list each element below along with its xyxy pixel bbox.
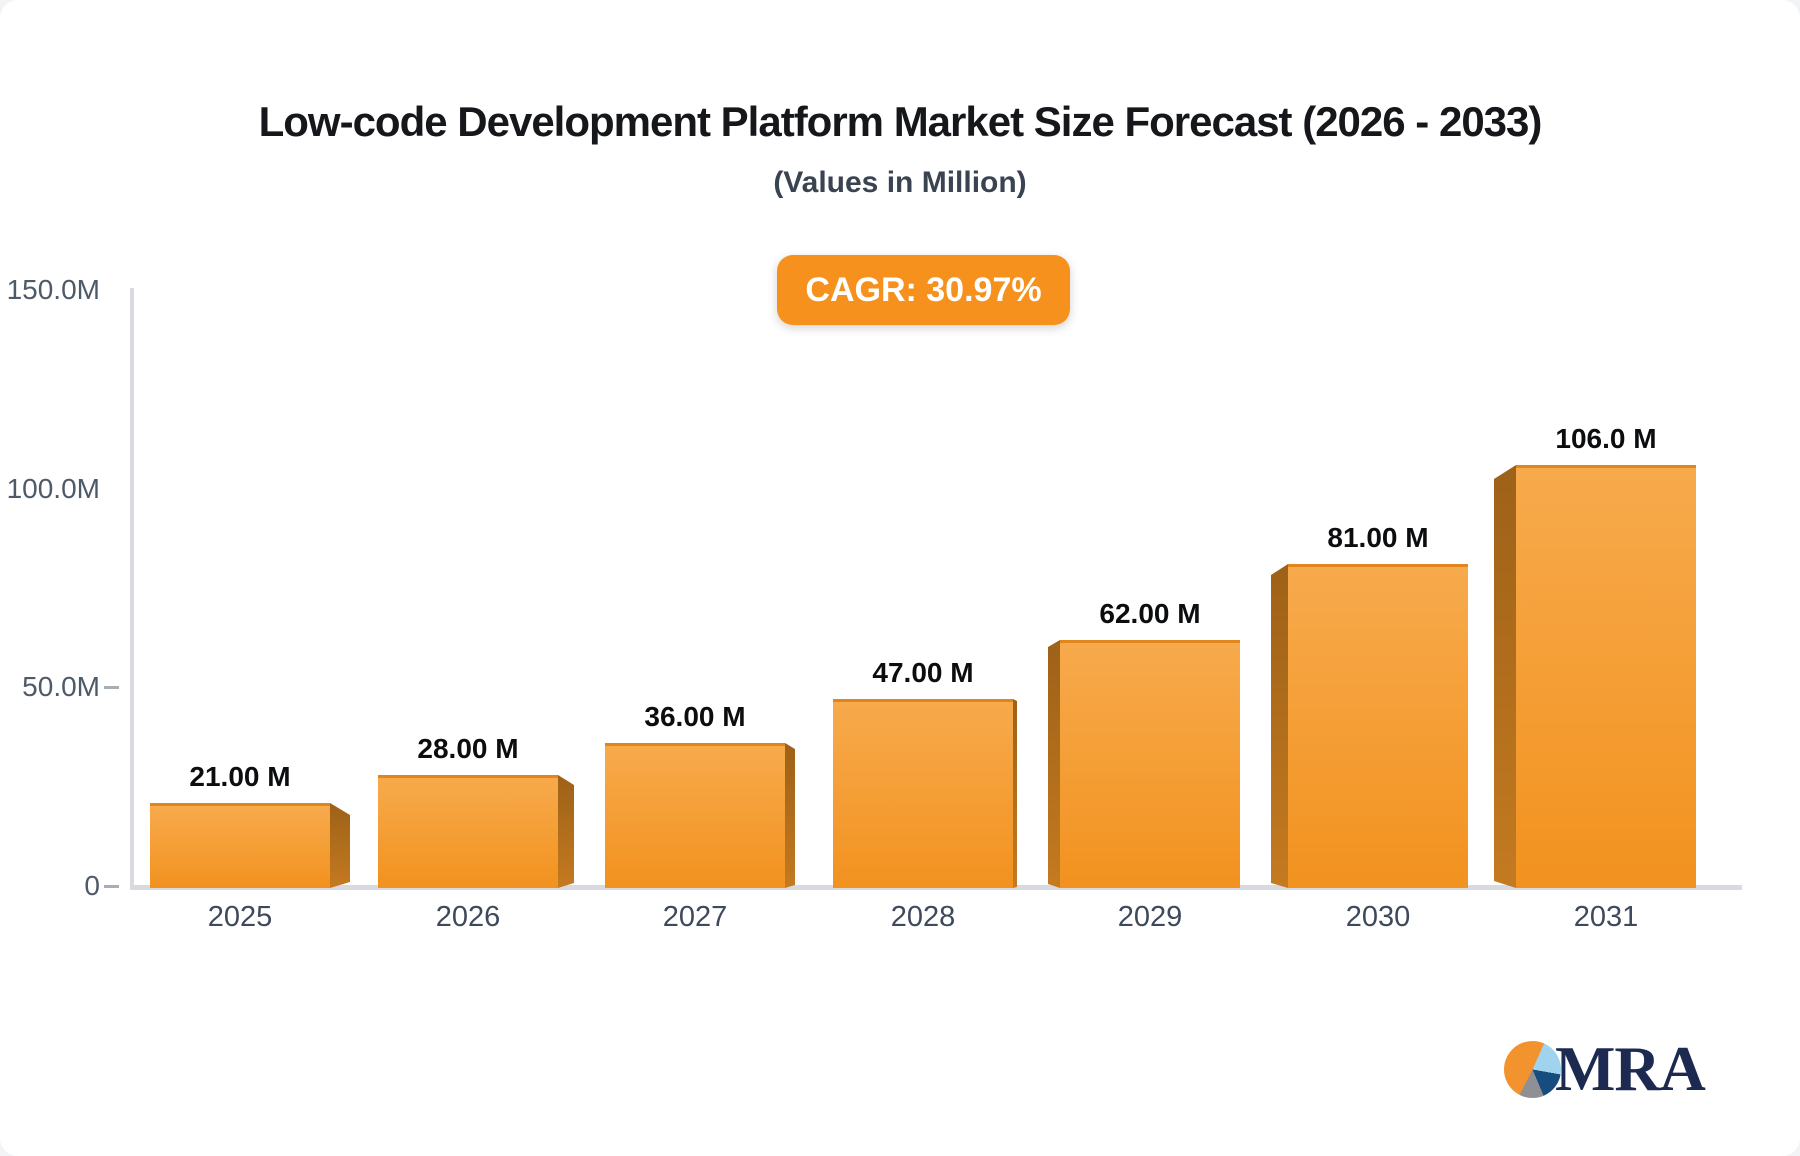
- bar-value-label: 47.00 M: [872, 657, 974, 688]
- logo-pie-icon: [1504, 1040, 1561, 1098]
- plot-area: 150.0M 100.0M 50.0M 0 21.00 M 2025 28.00 M 2026…: [0, 0, 1800, 1156]
- bar-side-2025: [330, 803, 350, 888]
- x-category-label: 2029: [1117, 901, 1183, 933]
- logo-text: MRA: [1555, 1033, 1706, 1104]
- x-category-label: 2027: [662, 901, 728, 933]
- bar-side-2028: [1013, 699, 1017, 888]
- bar-value-label: 81.00 M: [1327, 522, 1429, 553]
- y-tick-dash: [104, 686, 119, 689]
- bar-value-label: 62.00 M: [1099, 598, 1201, 629]
- chart-card: Low-code Development Platform Market Siz…: [0, 0, 1800, 1156]
- x-category-label: 2025: [207, 901, 273, 933]
- bar-2031: [1516, 465, 1696, 888]
- y-axis-line: [130, 288, 134, 886]
- bar-side-2029: [1048, 640, 1060, 888]
- bar-2030: [1288, 564, 1468, 888]
- bar-2025: [150, 803, 330, 888]
- bar-2027: [605, 743, 785, 888]
- y-tick-label: 100.0M: [6, 473, 100, 504]
- x-category-label: 2028: [890, 901, 956, 933]
- bar-2026: [378, 775, 558, 888]
- x-category-label: 2026: [435, 901, 501, 933]
- bar-side-2030: [1271, 564, 1288, 888]
- bar-2029: [1060, 640, 1240, 888]
- mra-logo: MRA: [1504, 1033, 1706, 1104]
- y-tick-label: 50.0M: [22, 671, 100, 702]
- x-category-label: 2030: [1345, 901, 1411, 933]
- bar-2028: [833, 699, 1013, 888]
- bar-value-label: 106.0 M: [1555, 423, 1657, 454]
- y-tick-label: 0: [84, 870, 100, 901]
- x-category-label: 2031: [1573, 901, 1639, 933]
- bar-side-2026: [558, 775, 574, 888]
- y-tick-dash: [104, 885, 119, 888]
- bar-value-label: 28.00 M: [417, 733, 519, 764]
- y-tick-label: 150.0M: [6, 274, 100, 305]
- bar-side-2027: [785, 743, 795, 888]
- bar-value-label: 36.00 M: [644, 701, 746, 732]
- bar-value-label: 21.00 M: [189, 761, 291, 792]
- bar-side-2031: [1494, 465, 1516, 888]
